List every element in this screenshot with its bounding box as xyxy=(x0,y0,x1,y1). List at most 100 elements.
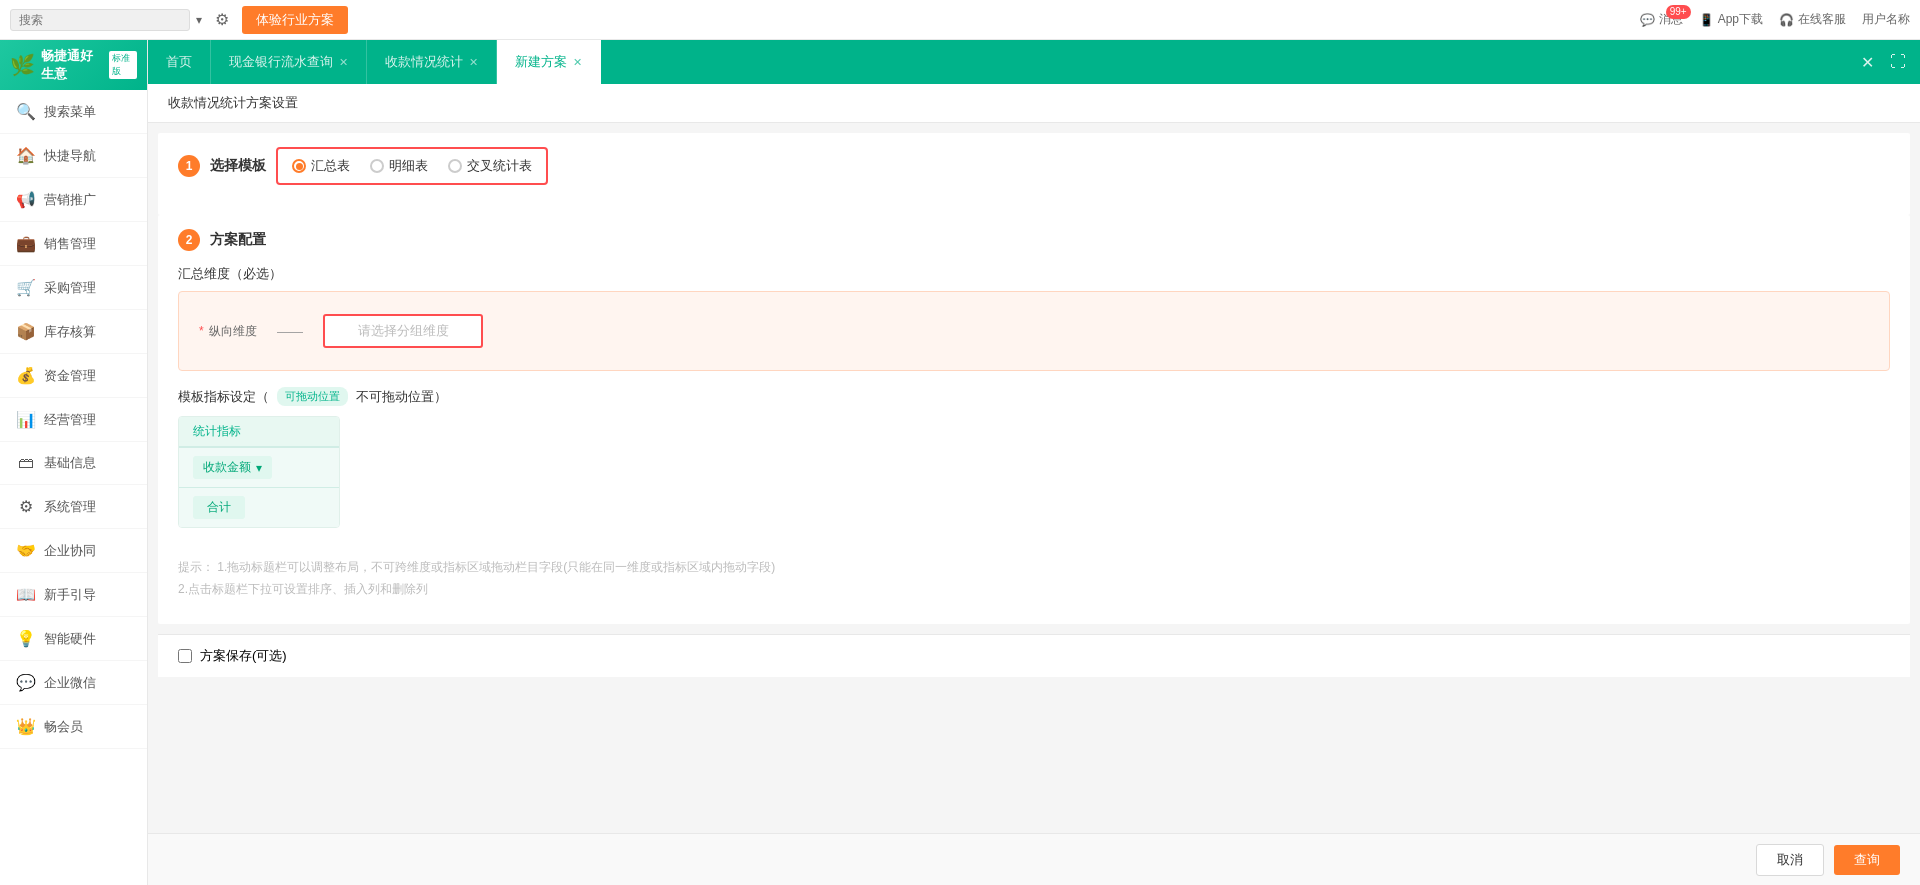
sidebar-item-label: 企业协同 xyxy=(44,542,96,560)
sidebar-item-member[interactable]: 👑 畅会员 xyxy=(0,705,147,749)
sidebar-item-search[interactable]: 🔍 搜索菜单 xyxy=(0,90,147,134)
tips-section: 提示： 1.拖动标题栏可以调整布局，不可跨维度或指标区域拖动栏目字段(只能在同一… xyxy=(178,547,1890,610)
user-info[interactable]: 用户名称 xyxy=(1862,11,1910,28)
radio-cross-label: 交叉统计表 xyxy=(467,157,532,175)
metrics-tag-amount[interactable]: 收款金额 ▾ xyxy=(193,456,272,479)
download-icon: 📱 xyxy=(1699,13,1714,27)
sidebar-item-label: 畅会员 xyxy=(44,718,83,736)
finance-icon: 💰 xyxy=(16,366,36,385)
service-icon: 🎧 xyxy=(1779,13,1794,27)
step1-label: 选择模板 xyxy=(210,157,266,175)
sidebar-item-guide[interactable]: 📖 新手引导 xyxy=(0,573,147,617)
metrics-tag-amount-label: 收款金额 xyxy=(203,459,251,476)
sidebar-item-marketing[interactable]: 📢 营销推广 xyxy=(0,178,147,222)
sidebar-item-hardware[interactable]: 💡 智能硬件 xyxy=(0,617,147,661)
sidebar-item-sales[interactable]: 💼 销售管理 xyxy=(0,222,147,266)
non-draggable-label: 不可拖动位置） xyxy=(356,388,447,406)
radio-cross-circle xyxy=(448,159,462,173)
metrics-dropdown-icon[interactable]: ▾ xyxy=(256,461,262,475)
tab-bank-flow-close[interactable]: ✕ xyxy=(339,56,348,69)
system-icon: ⚙ xyxy=(16,497,36,516)
sidebar-item-label: 企业微信 xyxy=(44,674,96,692)
sidebar-item-mgmt[interactable]: 📊 经营管理 xyxy=(0,398,147,442)
tab-new-plan-close[interactable]: ✕ xyxy=(573,56,582,69)
save-section: 方案保存(可选) xyxy=(158,634,1910,677)
dimension-input-box[interactable]: 请选择分组维度 xyxy=(323,314,483,348)
wechat-icon: 💬 xyxy=(16,673,36,692)
sidebar-item-finance[interactable]: 💰 资金管理 xyxy=(0,354,147,398)
marketing-icon: 📢 xyxy=(16,190,36,209)
config-section: 2 方案配置 汇总维度（必选） * 纵向维度 —— xyxy=(158,215,1910,624)
guide-icon: 📖 xyxy=(16,585,36,604)
metrics-hint-row: 模板指标设定（ 可拖动位置 不可拖动位置） xyxy=(178,387,1890,406)
tip-1: 提示： 1.拖动标题栏可以调整布局，不可跨维度或指标区域拖动栏目字段(只能在同一… xyxy=(178,557,1890,579)
logo-badge: 标准版 xyxy=(109,51,137,79)
tab-new-plan[interactable]: 新建方案 ✕ xyxy=(497,40,601,84)
dropdown-arrow-icon[interactable]: ▾ xyxy=(196,13,202,27)
radio-summary-inner xyxy=(296,163,303,170)
tab-home[interactable]: 首页 xyxy=(148,40,211,84)
tab-close-icon[interactable]: ✕ xyxy=(1857,49,1878,76)
draggable-badge: 可拖动位置 xyxy=(277,387,348,406)
cancel-button[interactable]: 取消 xyxy=(1756,844,1824,876)
message-badge: 99+ xyxy=(1666,5,1691,19)
logo-icon: 🌿 xyxy=(10,53,35,77)
sidebar-item-nav[interactable]: 🏠 快捷导航 xyxy=(0,134,147,178)
logo-area: 🌿 畅捷通好生意 标准版 xyxy=(0,40,147,90)
save-checkbox[interactable] xyxy=(178,649,192,663)
sidebar-item-label: 经营管理 xyxy=(44,411,96,429)
sidebar-item-label: 销售管理 xyxy=(44,235,96,253)
query-button[interactable]: 查询 xyxy=(1834,845,1900,875)
radio-detail-circle xyxy=(370,159,384,173)
radio-detail-label: 明细表 xyxy=(389,157,428,175)
metrics-section: 模板指标设定（ 可拖动位置 不可拖动位置） 统计指标 收款金额 ▾ xyxy=(178,387,1890,531)
metrics-header: 统计指标 xyxy=(179,417,339,447)
metrics-row-tag2: 合计 xyxy=(179,487,339,527)
sidebar-item-system[interactable]: ⚙ 系统管理 xyxy=(0,485,147,529)
dimension-section: 汇总维度（必选） * 纵向维度 —— 请选择分组维度 xyxy=(178,265,1890,371)
download-label: App下载 xyxy=(1718,11,1763,28)
template-options: 汇总表 明细表 交叉统计表 xyxy=(276,147,548,185)
message-btn[interactable]: 💬 消息 99+ xyxy=(1640,11,1683,28)
radio-cross[interactable]: 交叉统计表 xyxy=(448,157,532,175)
gear-icon[interactable]: ⚙ xyxy=(208,6,236,34)
message-icon: 💬 xyxy=(1640,13,1655,27)
radio-summary-circle xyxy=(292,159,306,173)
sidebar-item-wechat[interactable]: 💬 企业微信 xyxy=(0,661,147,705)
inventory-icon: 📦 xyxy=(16,322,36,341)
search-input[interactable] xyxy=(10,9,190,31)
sidebar-item-basic[interactable]: 🗃 基础信息 xyxy=(0,442,147,485)
tab-bank-flow[interactable]: 现金银行流水查询 ✕ xyxy=(211,40,367,84)
tab-receipts[interactable]: 收款情况统计 ✕ xyxy=(367,40,497,84)
sidebar-item-purchase[interactable]: 🛒 采购管理 xyxy=(0,266,147,310)
metrics-label: 模板指标设定（ xyxy=(178,388,269,406)
sidebar-item-label: 新手引导 xyxy=(44,586,96,604)
tab-new-plan-label: 新建方案 xyxy=(515,53,567,71)
tab-receipts-close[interactable]: ✕ xyxy=(469,56,478,69)
sidebar-item-label: 营销推广 xyxy=(44,191,96,209)
sidebar-item-label: 库存核算 xyxy=(44,323,96,341)
service-link[interactable]: 🎧 在线客服 xyxy=(1779,11,1846,28)
arrow-icon: —— xyxy=(277,324,303,339)
sidebar-item-inventory[interactable]: 📦 库存核算 xyxy=(0,310,147,354)
basic-icon: 🗃 xyxy=(16,454,36,472)
industry-btn[interactable]: 体验行业方案 xyxy=(242,6,348,34)
step1-number: 1 xyxy=(178,155,200,177)
download-link[interactable]: 📱 App下载 xyxy=(1699,11,1763,28)
mgmt-icon: 📊 xyxy=(16,410,36,429)
page-header: 收款情况统计方案设置 xyxy=(148,84,1920,123)
step2-label: 方案配置 xyxy=(210,231,266,249)
content-area: 首页 现金银行流水查询 ✕ 收款情况统计 ✕ 新建方案 ✕ ✕ ⛶ xyxy=(148,40,1920,885)
tab-expand-icon[interactable]: ⛶ xyxy=(1886,49,1910,75)
metrics-subtag-total[interactable]: 合计 xyxy=(193,496,245,519)
tab-bank-flow-label: 现金银行流水查询 xyxy=(229,53,333,71)
radio-summary-label: 汇总表 xyxy=(311,157,350,175)
dimension-label: 汇总维度（必选） xyxy=(178,265,1890,283)
sidebar-item-label: 基础信息 xyxy=(44,454,96,472)
vertical-dimension-label: * 纵向维度 xyxy=(199,323,257,340)
sidebar-item-collab[interactable]: 🤝 企业协同 xyxy=(0,529,147,573)
radio-summary[interactable]: 汇总表 xyxy=(292,157,350,175)
radio-detail[interactable]: 明细表 xyxy=(370,157,428,175)
page-title: 收款情况统计方案设置 xyxy=(168,95,298,110)
sidebar-item-label: 快捷导航 xyxy=(44,147,96,165)
